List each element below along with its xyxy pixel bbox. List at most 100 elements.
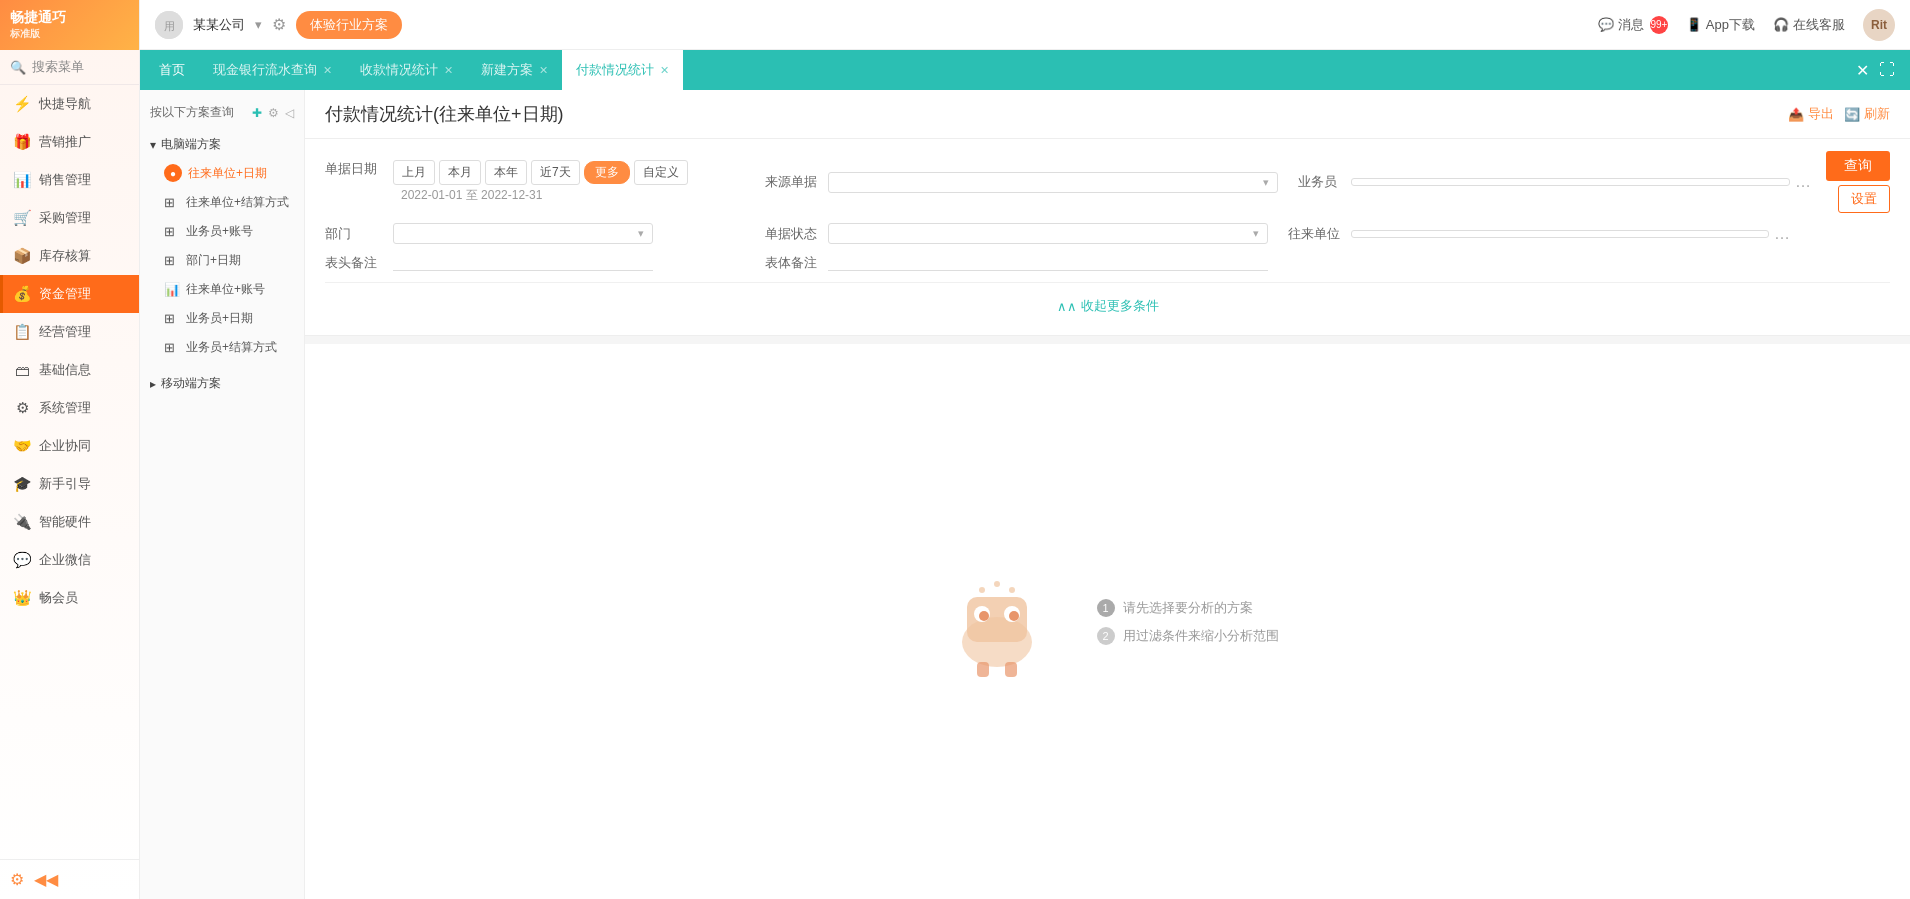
scheme-item-staff-date[interactable]: ⊞ 业务员+日期 bbox=[140, 304, 304, 333]
scheme-add-icon[interactable]: ✚ bbox=[252, 106, 262, 120]
unit-select[interactable] bbox=[1351, 230, 1770, 238]
empty-hints: 1 请先选择要分析的方案 2 用过滤条件来缩小分析范围 bbox=[1097, 599, 1279, 645]
head-note-input[interactable] bbox=[393, 255, 653, 270]
svg-rect-3 bbox=[967, 597, 1027, 642]
user-avatar[interactable]: Rit bbox=[1863, 9, 1895, 41]
date-btn-this-month[interactable]: 本月 bbox=[439, 160, 481, 185]
date-btn-7days[interactable]: 近7天 bbox=[531, 160, 580, 185]
export-button[interactable]: 📤 导出 bbox=[1788, 105, 1834, 123]
collapse-button[interactable]: ∧∧ 收起更多条件 bbox=[1057, 289, 1159, 323]
scheme-item-staff-settle[interactable]: ⊞ 业务员+结算方式 bbox=[140, 333, 304, 362]
tab-expand-icon[interactable]: ⛶ bbox=[1879, 61, 1895, 79]
dept-select[interactable]: ▾ bbox=[393, 223, 653, 244]
tab-new-close[interactable]: ✕ bbox=[539, 64, 548, 77]
tab-new[interactable]: 新建方案 ✕ bbox=[467, 50, 562, 90]
scheme-sidebar-header: 按以下方案查询 ✚ ⚙ ◁ bbox=[140, 98, 304, 127]
scheme-item-dept-date[interactable]: ⊞ 部门+日期 bbox=[140, 246, 304, 275]
sidebar-search-item[interactable]: 🔍 搜索菜单 bbox=[0, 50, 139, 85]
sidebar-item-xinshou[interactable]: 🎓 新手引导 bbox=[0, 465, 139, 503]
member-icon: 👑 bbox=[13, 589, 31, 607]
tab-home[interactable]: 首页 bbox=[145, 50, 199, 90]
date-btn-custom[interactable]: 自定义 bbox=[634, 160, 688, 185]
staff-more-icon[interactable]: … bbox=[1795, 173, 1811, 191]
unit-more-icon[interactable]: … bbox=[1774, 225, 1790, 243]
scheme-item-label: 业务员+日期 bbox=[186, 310, 253, 327]
tab-bank-close[interactable]: ✕ bbox=[323, 64, 332, 77]
sidebar-item-kuaijie[interactable]: ⚡ 快捷导航 bbox=[0, 85, 139, 123]
unit-label: 往来单位 bbox=[1288, 225, 1343, 243]
scheme-settings-icon[interactable]: ⚙ bbox=[268, 106, 279, 120]
svg-point-6 bbox=[979, 611, 989, 621]
scheme-item-unit-account[interactable]: 📊 往来单位+账号 bbox=[140, 275, 304, 304]
sidebar-item-zijin[interactable]: 💰 资金管理 bbox=[0, 275, 139, 313]
database-icon: 🗃 bbox=[13, 361, 31, 379]
sidebar-item-jichu[interactable]: 🗃 基础信息 bbox=[0, 351, 139, 389]
topbar-messages[interactable]: 💬 消息 99+ bbox=[1598, 16, 1668, 34]
topbar-company[interactable]: 某某公司 bbox=[193, 16, 245, 34]
page-title: 付款情况统计(往来单位+日期) bbox=[325, 102, 564, 126]
svg-point-8 bbox=[979, 587, 985, 593]
messages-badge: 99+ bbox=[1650, 16, 1668, 34]
scheme-item-grid-icon: ⊞ bbox=[164, 195, 180, 210]
tab-close-all-icon[interactable]: ✕ bbox=[1856, 61, 1869, 80]
headset-icon: 🎧 bbox=[1773, 17, 1789, 32]
date-btn-more[interactable]: 更多 bbox=[584, 161, 630, 184]
sidebar-item-yingxiao[interactable]: 🎁 营销推广 bbox=[0, 123, 139, 161]
sidebar-item-zhineng[interactable]: 🔌 智能硬件 bbox=[0, 503, 139, 541]
topbar-gear-icon[interactable]: ⚙ bbox=[272, 15, 286, 34]
query-button[interactable]: 查询 bbox=[1826, 151, 1890, 181]
svg-text:用: 用 bbox=[164, 20, 175, 32]
tab-bank[interactable]: 现金银行流水查询 ✕ bbox=[199, 50, 346, 90]
scheme-header-icons: ✚ ⚙ ◁ bbox=[252, 106, 294, 120]
scheme-item-staff-account[interactable]: ⊞ 业务员+账号 bbox=[140, 217, 304, 246]
status-label: 单据状态 bbox=[765, 225, 820, 243]
sidebar-item-kucun[interactable]: 📦 库存核算 bbox=[0, 237, 139, 275]
sidebar-item-xitong[interactable]: ⚙ 系统管理 bbox=[0, 389, 139, 427]
date-btn-last-month[interactable]: 上月 bbox=[393, 160, 435, 185]
scheme-item-grid-icon4: ⊞ bbox=[164, 311, 180, 326]
tab-home-label: 首页 bbox=[159, 61, 185, 79]
trial-button[interactable]: 体验行业方案 bbox=[296, 11, 402, 39]
scheme-section-pc-header[interactable]: ▾ 电脑端方案 bbox=[140, 131, 304, 158]
filter-row-3: 表头备注 表体备注 bbox=[325, 254, 1890, 272]
scheme-section-mobile-header[interactable]: ▸ 移动端方案 bbox=[140, 370, 304, 397]
filter-area: 单据日期 上月 本月 本年 近7天 更多 自定义 2022-01-01 至 20… bbox=[305, 139, 1910, 336]
refresh-button[interactable]: 🔄 刷新 bbox=[1844, 105, 1890, 123]
body-note-input[interactable] bbox=[828, 255, 1268, 270]
topbar-dropdown-icon[interactable]: ▾ bbox=[255, 17, 262, 32]
topbar-online-service[interactable]: 🎧 在线客服 bbox=[1773, 16, 1845, 34]
scheme-collapse-icon[interactable]: ◁ bbox=[285, 106, 294, 120]
page: 按以下方案查询 ✚ ⚙ ◁ ▾ 电脑端方案 ● 往来单位+日期 ⊞ bbox=[140, 90, 1910, 899]
empty-illustration bbox=[937, 562, 1057, 682]
scheme-item-unit-settle[interactable]: ⊞ 往来单位+结算方式 bbox=[140, 188, 304, 217]
scheme-item-grid-icon3: ⊞ bbox=[164, 253, 180, 268]
flash-icon: ⚡ bbox=[13, 95, 31, 113]
tab-payment-close[interactable]: ✕ bbox=[660, 64, 669, 77]
chevron-down-icon: ▾ bbox=[150, 138, 156, 152]
tab-payment[interactable]: 付款情况统计 ✕ bbox=[562, 50, 683, 90]
sidebar-settings-icon[interactable]: ⚙ bbox=[10, 870, 24, 889]
sidebar-collapse-icon[interactable]: ◀◀ bbox=[34, 870, 58, 889]
sidebar-item-qiye[interactable]: 🤝 企业协同 bbox=[0, 427, 139, 465]
sidebar-item-qiyewei[interactable]: 💬 企业微信 bbox=[0, 541, 139, 579]
source-select[interactable]: ▾ bbox=[828, 172, 1278, 193]
scheme-item-unit-date[interactable]: ● 往来单位+日期 bbox=[140, 158, 304, 188]
hint-number-2: 2 bbox=[1097, 627, 1115, 645]
sidebar-item-xiaoshou[interactable]: 📊 销售管理 bbox=[0, 161, 139, 199]
tab-receipts[interactable]: 收款情况统计 ✕ bbox=[346, 50, 467, 90]
status-select[interactable]: ▾ bbox=[828, 223, 1268, 244]
tab-receipts-close[interactable]: ✕ bbox=[444, 64, 453, 77]
hint-number-1: 1 bbox=[1097, 599, 1115, 617]
source-dropdown-icon: ▾ bbox=[1263, 176, 1269, 189]
filter-row-1: 单据日期 上月 本月 本年 近7天 更多 自定义 2022-01-01 至 20… bbox=[325, 151, 1890, 213]
sidebar-item-changhui[interactable]: 👑 畅会员 bbox=[0, 579, 139, 617]
sidebar-item-label: 系统管理 bbox=[39, 399, 91, 417]
sidebar-item-jingying[interactable]: 📋 经营管理 bbox=[0, 313, 139, 351]
settings-icon: ⚙ bbox=[13, 399, 31, 417]
page-header-actions: 📤 导出 🔄 刷新 bbox=[1788, 105, 1890, 123]
topbar-app-download[interactable]: 📱 App下载 bbox=[1686, 16, 1755, 34]
settings-button[interactable]: 设置 bbox=[1838, 185, 1890, 213]
date-btn-this-year[interactable]: 本年 bbox=[485, 160, 527, 185]
sidebar-item-caigou[interactable]: 🛒 采购管理 bbox=[0, 199, 139, 237]
staff-select[interactable] bbox=[1351, 178, 1790, 186]
